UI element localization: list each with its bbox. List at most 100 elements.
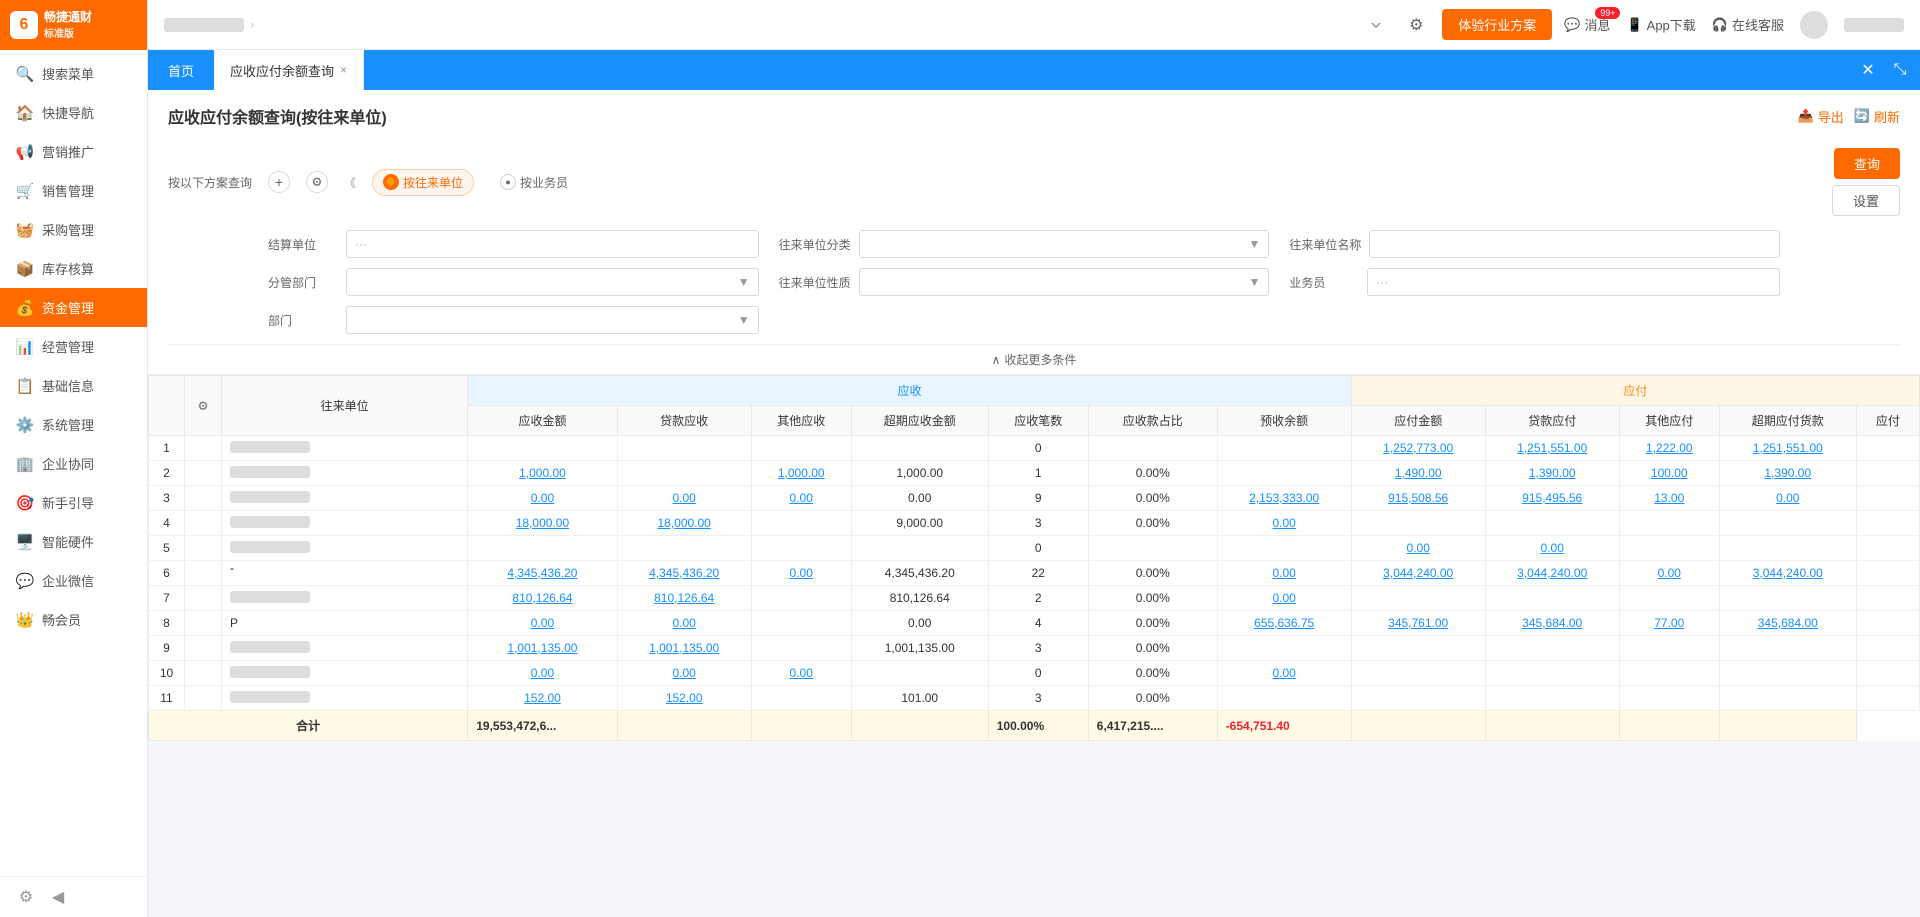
col-company-header: 往来单位 bbox=[222, 376, 468, 436]
tab-home[interactable]: 首页 bbox=[148, 50, 214, 90]
sidebar-item-basic-info[interactable]: 📋 基础信息 bbox=[0, 366, 147, 405]
table-container: ⚙ 往来单位 应收 应付 应收金额 贷款应收 其他应收 超期应收金额 bbox=[148, 375, 1920, 741]
breadcrumb-text bbox=[164, 18, 244, 32]
sidebar-item-member[interactable]: 👑 畅会员 bbox=[0, 600, 147, 639]
company-name-input[interactable] bbox=[1369, 230, 1780, 258]
basic-info-icon: 📋 bbox=[16, 377, 34, 395]
sidebar-item-operations[interactable]: 📊 经营管理 bbox=[0, 327, 147, 366]
filter-tab-company[interactable]: 🔶 按往来单位 bbox=[372, 169, 474, 196]
message-icon: 💬 bbox=[1564, 17, 1580, 33]
tab-close-btn[interactable]: × bbox=[340, 63, 347, 77]
col-settings-header: ⚙ bbox=[185, 376, 222, 436]
category-input[interactable]: ▼ bbox=[859, 230, 1270, 258]
blurred-company-cell: ██████ bbox=[222, 486, 468, 511]
blurred-company-cell: ██████ bbox=[222, 661, 468, 686]
header-dropdown-btn[interactable] bbox=[1362, 11, 1390, 39]
sidebar-item-corp[interactable]: 🏢 企业协同 bbox=[0, 444, 147, 483]
solution-btn[interactable]: 体验行业方案 bbox=[1442, 9, 1552, 40]
table-row: 2██████1,000.001,000.001,000.0010.00%1,4… bbox=[149, 461, 1920, 486]
sidebar-item-label: 采购管理 bbox=[42, 220, 94, 239]
sidebar-item-label: 企业协同 bbox=[42, 454, 94, 473]
sidebar-item-search-menu[interactable]: 🔍 搜索菜单 bbox=[0, 54, 147, 93]
col-ap-amount: 应付金额 bbox=[1351, 406, 1485, 436]
logo-name: 畅捷通财 bbox=[44, 10, 92, 24]
sidebar-item-finance[interactable]: 💰 资金管理 bbox=[0, 288, 147, 327]
wechat-icon: 💬 bbox=[16, 572, 34, 590]
table-settings-icon[interactable]: ⚙ bbox=[193, 396, 213, 416]
filter-field-dept: 分管部门 ▼ bbox=[268, 268, 759, 296]
table-row: 8P0.000.000.0040.00%655,636.75345,761.00… bbox=[149, 611, 1920, 636]
sidebar-item-sales[interactable]: 🛒 销售管理 bbox=[0, 171, 147, 210]
filter-tab-salesperson[interactable]: ● 按业务员 bbox=[490, 170, 578, 195]
online-service-btn[interactable]: 🎧 在线客服 bbox=[1712, 15, 1784, 34]
sidebar-item-label: 库存核算 bbox=[42, 259, 94, 278]
sidebar-item-label: 新手引导 bbox=[42, 493, 94, 512]
search-menu-icon: 🔍 bbox=[16, 65, 34, 83]
company-tab-icon: 🔶 bbox=[383, 174, 399, 190]
sidebar-item-label: 营销推广 bbox=[42, 142, 94, 161]
table-row: 10██████0.000.000.0000.00%0.00 bbox=[149, 661, 1920, 686]
sidebar-item-system[interactable]: ⚙️ 系统管理 bbox=[0, 405, 147, 444]
app-download-btn[interactable]: 📱 App下载 bbox=[1626, 15, 1695, 34]
col-ap-other: 其他应付 bbox=[1619, 406, 1719, 436]
footer-ap-total: -654,751.40 bbox=[1217, 711, 1351, 741]
table-row: 7██████810,126.64810,126.64810,126.6420.… bbox=[149, 586, 1920, 611]
header-right-area: 💬 消息 99+ 📱 App下载 🎧 在线客服 bbox=[1564, 11, 1904, 39]
blurred-company-cell: ██████ bbox=[222, 586, 468, 611]
salesperson-input[interactable]: ··· bbox=[1367, 268, 1780, 296]
filter-add-btn[interactable]: + bbox=[268, 171, 290, 193]
sidebar-item-inventory[interactable]: 📦 库存核算 bbox=[0, 249, 147, 288]
sidebar-item-label: 快捷导航 bbox=[42, 103, 94, 122]
corp-icon: 🏢 bbox=[16, 455, 34, 473]
col-ap-loan: 贷款应付 bbox=[1485, 406, 1619, 436]
blurred-company-cell: ██████ bbox=[222, 536, 468, 561]
sidebar-item-marketing[interactable]: 📢 营销推广 bbox=[0, 132, 147, 171]
page-title: 应收应付余额查询(按往来单位) bbox=[168, 104, 387, 128]
col-ar-ratio: 应收款占比 bbox=[1088, 406, 1217, 436]
sidebar-item-guide[interactable]: 🎯 新手引导 bbox=[0, 483, 147, 522]
filter-setting-btn[interactable]: ⚙ bbox=[306, 171, 328, 193]
table-row: 11██████152.00152.00101.0030.00% bbox=[149, 686, 1920, 711]
subdept-label: 部门 bbox=[268, 312, 338, 329]
footer-settings-icon[interactable]: ⚙ bbox=[16, 887, 36, 907]
filter-more-btn[interactable]: ∧ 收起更多条件 bbox=[168, 344, 1900, 374]
dept-input[interactable]: ▼ bbox=[346, 268, 759, 296]
export-icon: 📤 bbox=[1798, 108, 1814, 124]
footer-collapse-icon[interactable]: ◀ bbox=[48, 887, 68, 907]
message-badge: 99+ bbox=[1595, 7, 1620, 19]
sidebar-item-quick-nav[interactable]: 🏠 快捷导航 bbox=[0, 93, 147, 132]
salesperson-tab-icon: ● bbox=[500, 174, 516, 190]
setting-btn[interactable]: 设置 bbox=[1832, 185, 1900, 216]
tab-ar-balance[interactable]: 应收应付余额查询 × bbox=[214, 50, 364, 90]
footer-ar-ratio: 100.00% bbox=[988, 711, 1088, 741]
filter-field-category: 往来单位分类 ▼ bbox=[779, 230, 1270, 258]
message-btn[interactable]: 💬 消息 99+ bbox=[1564, 15, 1610, 34]
nature-chevron: ▼ bbox=[1248, 275, 1260, 289]
sidebar-item-hardware[interactable]: 🖥️ 智能硬件 bbox=[0, 522, 147, 561]
tab-expand-btn[interactable]: ⤡ bbox=[1888, 58, 1912, 82]
page-content: 应收应付余额查询(按往来单位) 📤 导出 🔄 刷新 按以下方案查询 + bbox=[148, 90, 1920, 917]
tab-close-window-btn[interactable]: ✕ bbox=[1856, 58, 1880, 82]
inventory-icon: 📦 bbox=[16, 260, 34, 278]
tab-label: 应收应付余额查询 bbox=[230, 61, 334, 80]
sidebar-item-purchase[interactable]: 🧺 采购管理 bbox=[0, 210, 147, 249]
col-ar-loan: 贷款应收 bbox=[617, 406, 751, 436]
tab-actions: ✕ ⤡ bbox=[1848, 58, 1920, 82]
refresh-btn[interactable]: 🔄 刷新 bbox=[1854, 107, 1900, 126]
sidebar-item-label: 企业微信 bbox=[42, 571, 94, 590]
guide-icon: 🎯 bbox=[16, 494, 34, 512]
query-btn[interactable]: 查询 bbox=[1834, 148, 1900, 179]
export-btn[interactable]: 📤 导出 bbox=[1798, 107, 1844, 126]
breadcrumb: › bbox=[164, 17, 1350, 32]
header-gear-btn[interactable]: ⚙ bbox=[1402, 11, 1430, 39]
subdept-input[interactable]: ▼ bbox=[346, 306, 759, 334]
sidebar-item-wechat[interactable]: 💬 企业微信 bbox=[0, 561, 147, 600]
user-name bbox=[1844, 18, 1904, 32]
service-icon: 🎧 bbox=[1712, 17, 1728, 33]
dept-label: 分管部门 bbox=[268, 274, 338, 291]
filter-collapse-btn[interactable]: 《 bbox=[344, 174, 356, 191]
breadcrumb-separator: › bbox=[250, 17, 254, 32]
nature-input[interactable]: ▼ bbox=[859, 268, 1270, 296]
settlement-input[interactable]: ··· bbox=[346, 230, 759, 258]
company-name-label: 往来单位名称 bbox=[1289, 236, 1361, 253]
